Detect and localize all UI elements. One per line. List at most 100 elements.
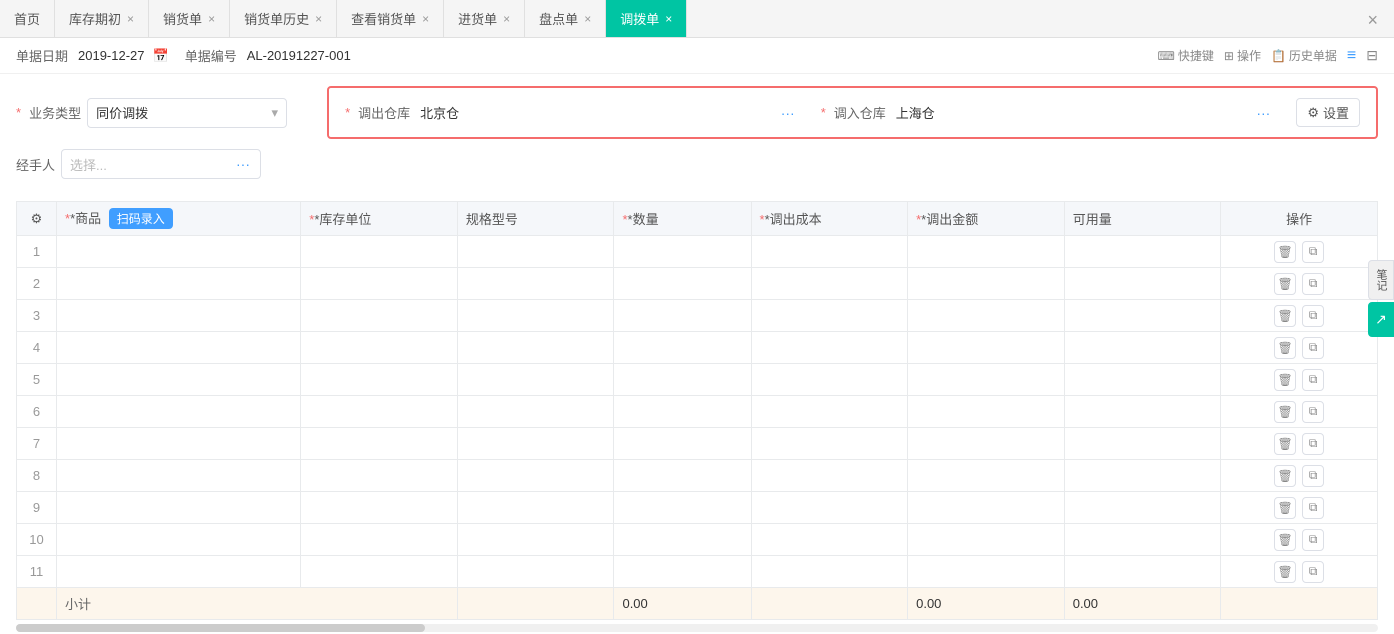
tab-view-sales[interactable]: 查看销货单 × [337, 0, 444, 38]
view-toggle-list[interactable]: ≡ [1347, 47, 1356, 65]
subtotal-qty-cell: 0.00 [614, 588, 751, 620]
col-product-label: *商品 [70, 211, 101, 226]
operation-btn[interactable]: ⊞ 操作 [1224, 47, 1261, 64]
subtotal-amount-cell: 0.00 [1064, 588, 1221, 620]
handler-more-btn[interactable]: ··· [234, 156, 252, 172]
tab-inventory-init-close[interactable]: × [127, 12, 134, 26]
date-value[interactable]: 2019-12-27 [78, 48, 145, 63]
view-toggle-grid[interactable]: ⊟ [1366, 47, 1378, 64]
transfer-in-required: * [821, 105, 826, 120]
business-type-select[interactable]: 同价调拨 ▾ [87, 98, 287, 128]
delete-row-3-btn[interactable]: 🗑 [1274, 305, 1296, 327]
delete-row-7-btn[interactable]: 🗑 [1274, 433, 1296, 455]
copy-row-8-btn[interactable]: ⧉ [1302, 465, 1324, 487]
business-type-required: * [16, 105, 21, 120]
notes-label: 笔记 [1375, 269, 1387, 291]
copy-row-4-btn[interactable]: ⧉ [1302, 337, 1324, 359]
copy-row-7-btn[interactable]: ⧉ [1302, 433, 1324, 455]
tab-bar: 首页 库存期初 × 销货单 × 销货单历史 × 查看销货单 × 进货单 × 盘点… [0, 0, 1394, 38]
transfer-out-more-btn[interactable]: ··· [779, 105, 797, 121]
handler-select[interactable]: 选择... ··· [61, 149, 261, 179]
delete-row-1-btn[interactable]: 🗑 [1274, 241, 1296, 263]
list-view-icon: ≡ [1347, 47, 1356, 65]
tab-inventory-check[interactable]: 盘点单 × [525, 0, 606, 38]
tab-transfer-order[interactable]: 调拨单 × [606, 0, 687, 38]
copy-row-2-btn[interactable]: ⧉ [1302, 273, 1324, 295]
handler-placeholder: 选择... [70, 155, 107, 174]
delete-row-8-btn[interactable]: 🗑 [1274, 465, 1296, 487]
history-label: 历史单据 [1289, 47, 1337, 64]
calendar-icon[interactable]: 📅 [153, 48, 169, 64]
gear-icon: ⚙ [1307, 105, 1319, 121]
transfer-out-field: * 调出仓库 北京仓 ··· [345, 103, 797, 122]
copy-row-1-btn[interactable]: ⧉ [1302, 241, 1324, 263]
tab-inventory-check-close[interactable]: × [584, 12, 591, 26]
cell-unit-1 [301, 236, 458, 268]
shortcut-label: 快捷键 [1178, 47, 1214, 64]
col-avail-label: 可用量 [1073, 212, 1112, 227]
horizontal-scrollbar[interactable] [16, 624, 1378, 632]
transfer-out-value[interactable]: 北京仓 [420, 103, 459, 122]
tab-home[interactable]: 首页 [0, 0, 55, 38]
tab-purchase-order-close[interactable]: × [503, 12, 510, 26]
delete-row-4-btn[interactable]: 🗑 [1274, 337, 1296, 359]
subtotal-cost-cell: 0.00 [908, 588, 1065, 620]
number-field: 单据编号 AL-20191227-001 [185, 46, 351, 65]
shortcut-key-btn[interactable]: ⌨ 快捷键 [1158, 47, 1214, 64]
tab-sales-order-label: 销货单 [163, 9, 202, 28]
copy-row-10-btn[interactable]: ⧉ [1302, 529, 1324, 551]
tab-inventory-init[interactable]: 库存期初 × [55, 0, 149, 38]
tab-purchase-order[interactable]: 进货单 × [444, 0, 525, 38]
expand-panel-btn[interactable]: ↗ [1368, 302, 1394, 337]
close-window-btn[interactable]: × [1367, 10, 1378, 31]
copy-row-11-btn[interactable]: ⧉ [1302, 561, 1324, 583]
copy-row-5-btn[interactable]: ⧉ [1302, 369, 1324, 391]
form-area: * 业务类型 同价调拨 ▾ * 调出仓库 北京仓 ··· * [0, 74, 1394, 201]
number-value: AL-20191227-001 [247, 48, 351, 63]
table-row: 3 🗑⧉ [17, 300, 1378, 332]
transfer-in-more-btn[interactable]: ··· [1254, 105, 1272, 121]
history-btn[interactable]: 📋 历史单据 [1271, 47, 1337, 64]
copy-row-3-btn[interactable]: ⧉ [1302, 305, 1324, 327]
tab-view-sales-close[interactable]: × [422, 12, 429, 26]
col-unit-label: *库存单位 [314, 212, 371, 227]
delete-row-6-btn[interactable]: 🗑 [1274, 401, 1296, 423]
col-amount-label: *调出金额 [921, 212, 978, 227]
settings-icon[interactable]: ⚙ [31, 211, 43, 226]
cell-op-1: 🗑 ⧉ [1221, 236, 1378, 268]
table-row: 6 🗑⧉ [17, 396, 1378, 428]
cell-product-1[interactable] [57, 236, 301, 268]
cell-spec-1 [457, 236, 614, 268]
delete-row-9-btn[interactable]: 🗑 [1274, 497, 1296, 519]
transfer-in-value[interactable]: 上海仓 [896, 103, 935, 122]
handler-label: 经手人 [16, 155, 55, 174]
col-spec-label: 规格型号 [466, 212, 518, 227]
delete-row-5-btn[interactable]: 🗑 [1274, 369, 1296, 391]
toolbar-left: 单据日期 2019-12-27 📅 单据编号 AL-20191227-001 [16, 46, 351, 65]
scan-barcode-button[interactable]: 扫码录入 [109, 208, 173, 229]
table-row: 10 🗑⧉ [17, 524, 1378, 556]
chevron-down-icon: ▾ [272, 105, 279, 121]
form-row-1: * 业务类型 同价调拨 ▾ * 调出仓库 北京仓 ··· * [16, 86, 1378, 139]
tab-sales-history[interactable]: 销货单历史 × [230, 0, 337, 38]
delete-row-2-btn[interactable]: 🗑 [1274, 273, 1296, 295]
notes-panel-btn[interactable]: 笔记 [1368, 260, 1394, 300]
table-row: 11 🗑⧉ [17, 556, 1378, 588]
date-label: 单据日期 [16, 46, 68, 65]
business-type-field: * 业务类型 同价调拨 ▾ [16, 98, 287, 128]
grid-view-icon: ⊟ [1366, 47, 1378, 64]
tab-sales-order-close[interactable]: × [208, 12, 215, 26]
tab-sales-history-close[interactable]: × [315, 12, 322, 26]
col-unit-header: **库存单位 [301, 202, 458, 236]
tab-transfer-order-close[interactable]: × [665, 12, 672, 26]
expand-icon: ↗ [1375, 311, 1387, 327]
copy-row-9-btn[interactable]: ⧉ [1302, 497, 1324, 519]
copy-row-6-btn[interactable]: ⧉ [1302, 401, 1324, 423]
settings-button[interactable]: ⚙ 设置 [1296, 98, 1360, 127]
col-qty-header: **数量 [614, 202, 751, 236]
delete-row-11-btn[interactable]: 🗑 [1274, 561, 1296, 583]
delete-row-10-btn[interactable]: 🗑 [1274, 529, 1296, 551]
tab-sales-order[interactable]: 销货单 × [149, 0, 230, 38]
col-settings-header[interactable]: ⚙ [17, 202, 57, 236]
form-row-2: 经手人 选择... ··· [16, 149, 1378, 179]
